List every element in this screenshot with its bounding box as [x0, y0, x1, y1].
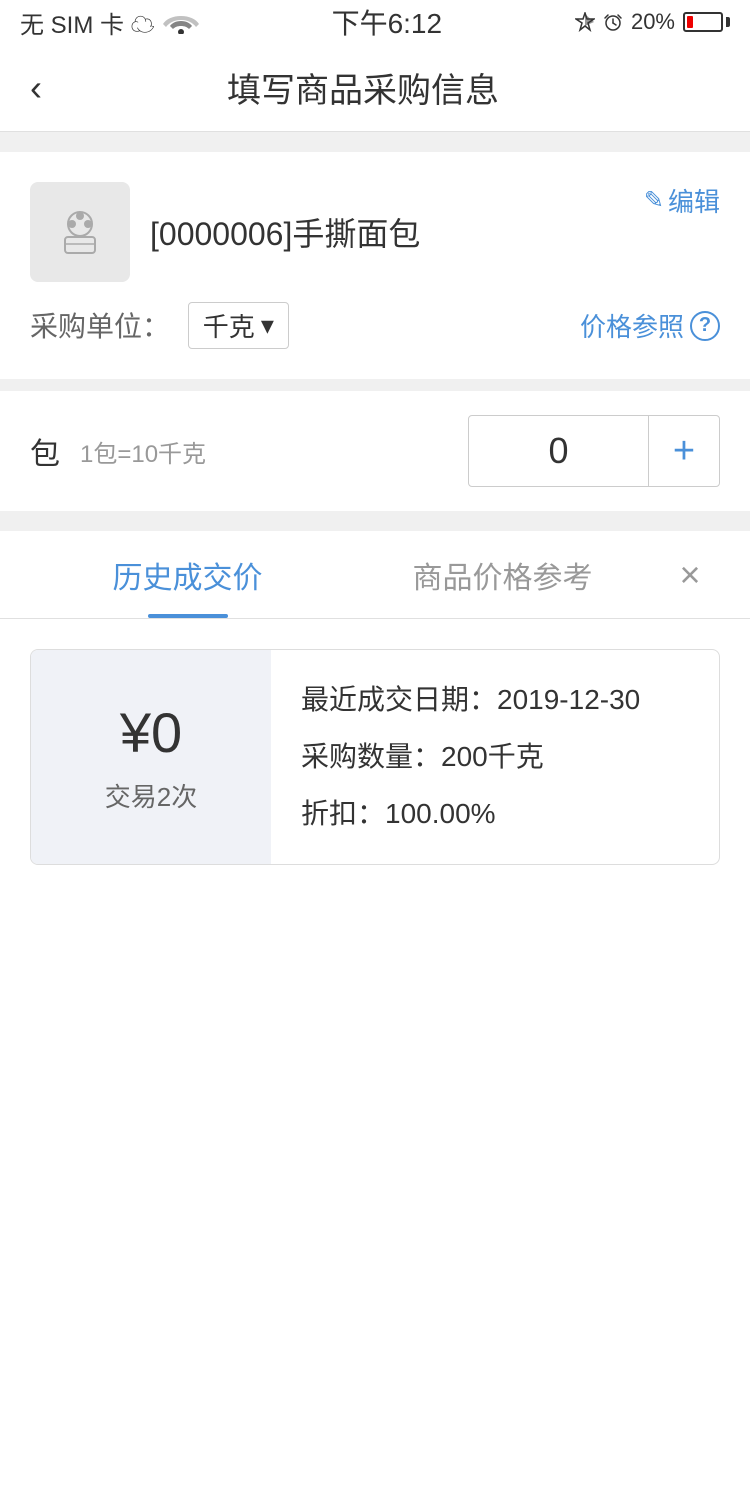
- status-right: 20%: [575, 9, 730, 35]
- quantity-input-area: 0 +: [468, 415, 720, 487]
- date-label: 最近成交日期：: [301, 684, 497, 715]
- product-name: [0000006]手撕面包: [150, 209, 420, 255]
- trade-count: 交易2次: [105, 777, 197, 814]
- price-details: 最近成交日期：2019-12-30 采购数量：200千克 折扣：100.00%: [271, 650, 719, 864]
- unit-value: 千克: [203, 307, 255, 344]
- purchase-qty: 采购数量：200千克: [301, 737, 689, 776]
- discount: 折扣：100.00%: [301, 794, 689, 833]
- empty-content-area: [0, 895, 750, 1495]
- unit-label: 采购单位：: [30, 311, 170, 342]
- product-card: [0000006]手撕面包 ✎ 编辑 采购单位： 千克 ▾ 价格参照 ?: [0, 152, 750, 379]
- price-summary: ¥0 交易2次: [31, 650, 271, 864]
- back-button[interactable]: ‹: [30, 67, 42, 109]
- alarm-icon: [603, 12, 623, 32]
- date-value: 2019-12-30: [497, 684, 640, 715]
- edit-label: 编辑: [668, 182, 720, 219]
- price-ref-label: 价格参照: [580, 307, 684, 344]
- discount-label: 折扣：: [301, 798, 385, 829]
- quantity-plus-button[interactable]: +: [649, 416, 719, 486]
- location-icon: [575, 12, 595, 32]
- battery-percent: 20%: [631, 9, 675, 35]
- tab-history-price[interactable]: 历史成交价: [30, 531, 345, 618]
- price-amount: ¥0: [120, 700, 182, 765]
- status-time: 下午6:12: [332, 2, 443, 42]
- signal-text: 无 SIM 卡 ☁: [20, 5, 155, 40]
- package-label: 包: [30, 429, 60, 473]
- product-thumbnail: [30, 182, 130, 282]
- quantity-row: 包 1包=10千克 0 +: [0, 391, 750, 511]
- battery-icon: [683, 12, 730, 32]
- discount-value: 100.00%: [385, 798, 496, 829]
- price-card: ¥0 交易2次 最近成交日期：2019-12-30 采购数量：200千克 折扣：…: [30, 649, 720, 865]
- quantity-value[interactable]: 0: [469, 416, 649, 486]
- divider: [0, 379, 750, 391]
- unit-selector[interactable]: 千克 ▾: [188, 302, 289, 349]
- edit-button[interactable]: ✎ 编辑: [644, 182, 720, 219]
- tab-panel: 历史成交价 商品价格参考 × ¥0 交易2次 最近成交日期：2019-12-30…: [0, 531, 750, 895]
- product-info: [0000006]手撕面包: [30, 182, 420, 282]
- help-icon: ?: [690, 311, 720, 341]
- price-card-container: ¥0 交易2次 最近成交日期：2019-12-30 采购数量：200千克 折扣：…: [0, 619, 750, 895]
- tab-active-indicator: [148, 614, 228, 618]
- dropdown-arrow-icon: ▾: [261, 310, 274, 341]
- nav-bar: ‹ 填写商品采购信息: [0, 44, 750, 132]
- page-title: 填写商品采购信息: [62, 63, 664, 112]
- price-reference-button[interactable]: 价格参照 ?: [580, 307, 720, 344]
- trade-date: 最近成交日期：2019-12-30: [301, 680, 689, 719]
- tab-close-button[interactable]: ×: [660, 545, 720, 605]
- unit-row-left: 采购单位： 千克 ▾: [30, 302, 289, 349]
- qty-value: 200千克: [441, 741, 544, 772]
- tab-bar: 历史成交价 商品价格参考 ×: [0, 531, 750, 619]
- package-equiv: 1包=10千克: [80, 434, 448, 469]
- wifi-icon: [163, 10, 199, 34]
- qty-label: 采购数量：: [301, 741, 441, 772]
- status-left: 无 SIM 卡 ☁: [20, 5, 199, 40]
- tab-history-label: 历史成交价: [113, 553, 263, 597]
- tab-product-price[interactable]: 商品价格参考: [345, 531, 660, 618]
- edit-icon: ✎: [644, 186, 664, 215]
- status-bar: 无 SIM 卡 ☁ 下午6:12 20%: [0, 0, 750, 44]
- tab-product-label: 商品价格参考: [413, 553, 593, 597]
